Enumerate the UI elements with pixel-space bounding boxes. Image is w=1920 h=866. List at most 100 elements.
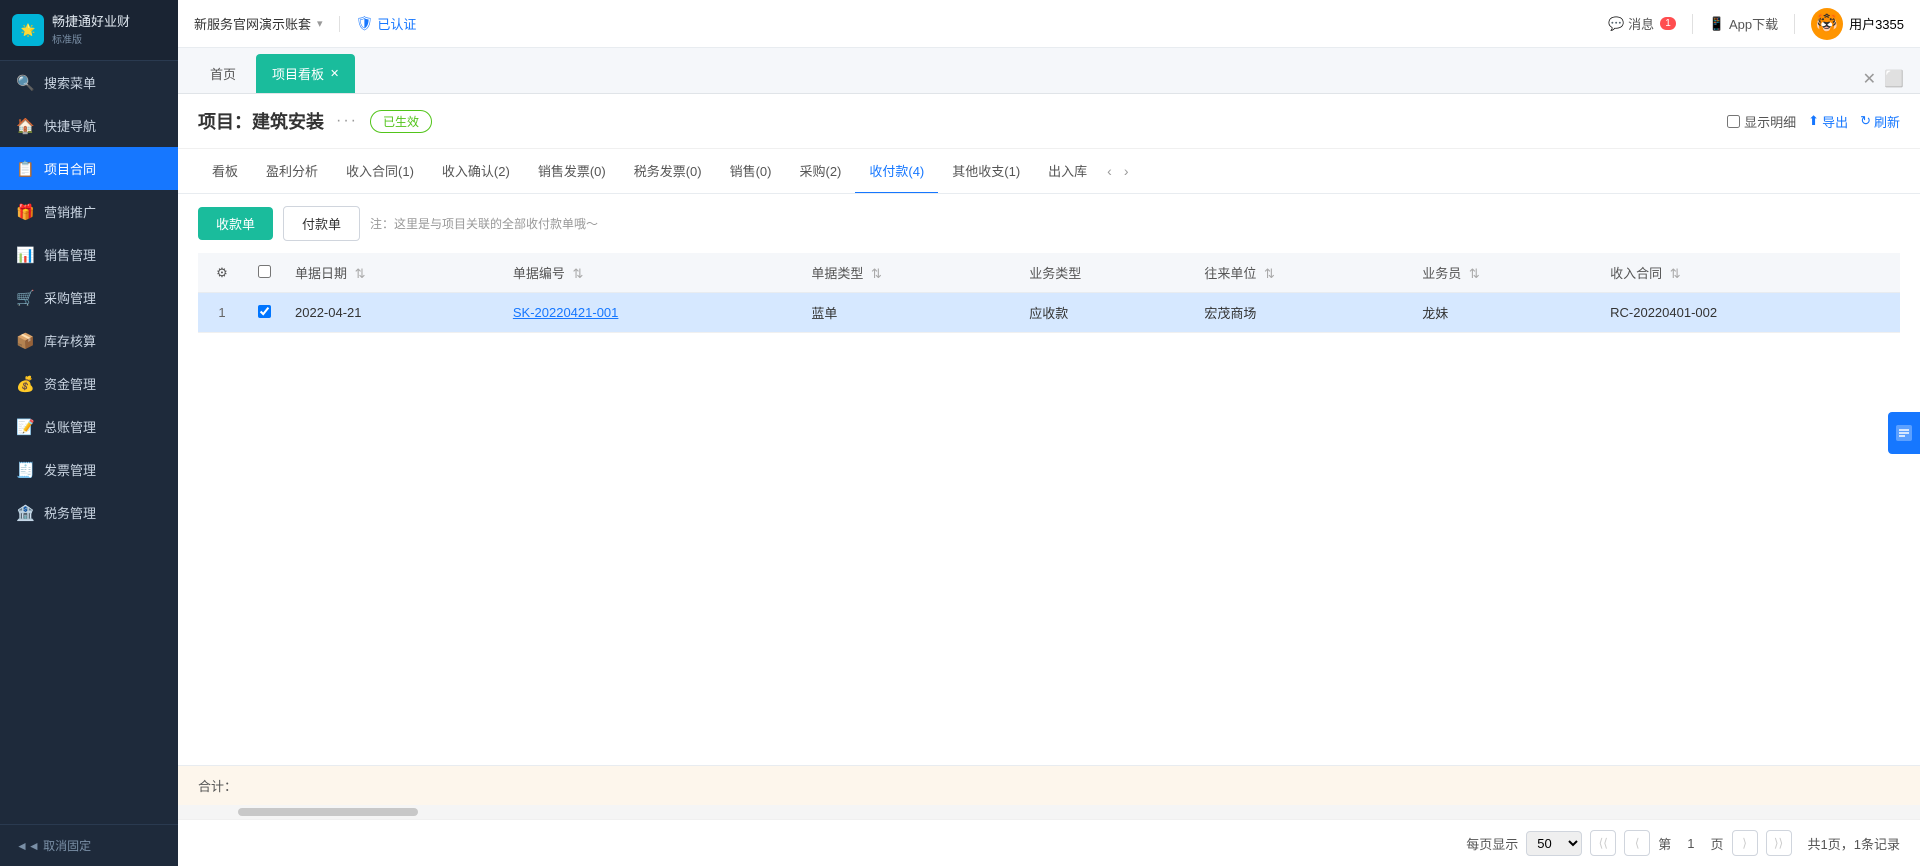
payment-btn[interactable]: 付款单	[283, 206, 360, 241]
subtab-income-confirm[interactable]: 收入确认(2)	[428, 149, 524, 194]
tab-home-label: 首页	[210, 64, 236, 83]
user-avatar: 🐯	[1811, 8, 1843, 40]
float-action-button[interactable]	[1888, 412, 1920, 454]
sidebar-item-finance[interactable]: 💰 资金管理	[0, 362, 178, 405]
account-name: 新服务官网演示账套	[194, 14, 311, 33]
sidebar-item-purchase[interactable]: 🛒 采购管理	[0, 276, 178, 319]
tab-close-icon[interactable]: ✕	[330, 67, 339, 80]
doc-number-link[interactable]: SK-20220421-001	[513, 305, 619, 320]
horizontal-scrollbar[interactable]	[238, 808, 418, 816]
subtab-receipt[interactable]: 收付款(4)	[855, 149, 938, 194]
export-button[interactable]: ⬆ 导出	[1808, 112, 1848, 131]
page-end-label: 页	[1711, 834, 1724, 853]
search-icon: 🔍	[16, 74, 34, 92]
scroll-left-arrow[interactable]: ‹	[1101, 153, 1118, 189]
sort-icon[interactable]: ⇅	[871, 266, 882, 281]
col-settings[interactable]: ⚙	[198, 253, 246, 293]
table-row[interactable]: 1 2022-04-21 SK-20220421-001 蓝单 应收款 宏茂商场…	[198, 293, 1900, 333]
unpin-sidebar[interactable]: ◄◄ 取消固定	[0, 824, 178, 866]
row-biz-type: 应收款	[1017, 293, 1192, 333]
scroll-right-arrow[interactable]: ›	[1118, 153, 1135, 189]
sidebar-item-label: 库存核算	[44, 331, 96, 350]
sidebar-item-search[interactable]: 🔍 搜索菜单	[0, 61, 178, 104]
sidebar-header: 🌟 畅捷通好业财 标准版	[0, 0, 178, 61]
row-number[interactable]: SK-20220421-001	[501, 293, 799, 333]
refresh-button[interactable]: ↻ 刷新	[1860, 112, 1900, 131]
first-page-button[interactable]: ⟨⟨	[1590, 830, 1616, 856]
receipt-btn[interactable]: 收款单	[198, 207, 273, 240]
subtab-other-expense[interactable]: 其他收支(1)	[938, 149, 1034, 194]
subtab-tax-invoice[interactable]: 税务发票(0)	[620, 149, 716, 194]
per-page-select[interactable]: 50 10 20 100	[1526, 831, 1582, 856]
row-checkbox[interactable]	[246, 293, 283, 333]
status-badge: 已生效	[370, 110, 432, 133]
subtab-board[interactable]: 看板	[198, 149, 252, 194]
sidebar-item-label: 税务管理	[44, 503, 96, 522]
row-type: 蓝单	[799, 293, 1017, 333]
app-download-button[interactable]: 📱 App下载	[1709, 14, 1778, 33]
export-label: 导出	[1822, 112, 1848, 131]
user-info[interactable]: 🐯 用户3355	[1811, 8, 1904, 40]
col-salesman: 业务员 ⇅	[1410, 253, 1598, 293]
sidebar-item-sales[interactable]: 📊 销售管理	[0, 233, 178, 276]
subtab-income-confirm-label: 收入确认(2)	[442, 164, 510, 179]
sidebar-item-label: 资金管理	[44, 374, 96, 393]
subtab-sales-label: 销售(0)	[730, 164, 772, 179]
message-label: 消息	[1628, 14, 1654, 33]
more-options-button[interactable]: ···	[336, 112, 358, 130]
maximize-button[interactable]: ⬜	[1884, 69, 1904, 89]
sidebar-item-label: 总账管理	[44, 417, 96, 436]
sidebar-item-marketing[interactable]: 🎁 营销推广	[0, 190, 178, 233]
last-page-button[interactable]: ⟩⟩	[1766, 830, 1792, 856]
prev-page-button[interactable]: ⟨	[1624, 830, 1650, 856]
table-header-row: ⚙ 单据日期 ⇅ 单据编号 ⇅	[198, 253, 1900, 293]
settings-icon[interactable]: ⚙	[216, 265, 228, 280]
subtab-sales-invoice[interactable]: 销售发票(0)	[524, 149, 620, 194]
row-select-checkbox[interactable]	[258, 305, 271, 318]
show-detail-label: 显示明细	[1744, 112, 1796, 131]
message-button[interactable]: 💬 消息 1	[1608, 14, 1676, 33]
sidebar-item-tax[interactable]: 🏦 税务管理	[0, 491, 178, 534]
sidebar-item-inventory[interactable]: 📦 库存核算	[0, 319, 178, 362]
tab-project-board[interactable]: 项目看板 ✕	[256, 54, 355, 93]
sidebar-item-quick-nav[interactable]: 🏠 快捷导航	[0, 104, 178, 147]
sort-icon[interactable]: ⇅	[573, 266, 584, 281]
subtab-board-label: 看板	[212, 164, 238, 179]
message-badge: 1	[1660, 17, 1676, 30]
sidebar-item-label: 搜索菜单	[44, 73, 96, 92]
subtab-sales[interactable]: 销售(0)	[716, 149, 786, 194]
select-all-checkbox[interactable]	[258, 265, 271, 278]
sidebar-item-invoice[interactable]: 🧾 发票管理	[0, 448, 178, 491]
certified-text: 已认证	[377, 14, 416, 33]
sidebar-item-project-contract[interactable]: 📋 项目合同	[0, 147, 178, 190]
subtab-profit[interactable]: 盈利分析	[252, 149, 332, 194]
sort-icon[interactable]: ⇅	[1264, 266, 1275, 281]
show-detail-input[interactable]	[1727, 115, 1740, 128]
col-biz-type: 业务类型	[1017, 253, 1192, 293]
sort-icon[interactable]: ⇅	[1670, 266, 1681, 281]
subtab-income-contract[interactable]: 收入合同(1)	[332, 149, 428, 194]
export-icon: ⬆	[1808, 113, 1819, 129]
subtab-inout[interactable]: 出入库	[1034, 149, 1101, 194]
marketing-icon: 🎁	[16, 203, 34, 221]
message-icon: 💬	[1608, 16, 1624, 32]
col-checkbox[interactable]	[246, 253, 283, 293]
pagination: 每页显示 50 10 20 100 ⟨⟨ ⟨ 第 1 页 ⟩ ⟩⟩ 共1页，1条…	[178, 819, 1920, 866]
sidebar-item-label: 营销推广	[44, 202, 96, 221]
account-selector[interactable]: 新服务官网演示账套 ▾	[194, 14, 323, 33]
app-name: 畅捷通好业财	[52, 14, 130, 31]
refresh-icon: ↻	[1860, 113, 1871, 129]
sort-icon[interactable]: ⇅	[355, 266, 366, 281]
divider	[1692, 14, 1693, 34]
show-detail-checkbox[interactable]: 显示明细	[1727, 112, 1796, 131]
row-partner: 宏茂商场	[1192, 293, 1410, 333]
subtab-purchase[interactable]: 采购(2)	[785, 149, 855, 194]
current-page: 1	[1679, 836, 1702, 851]
subtab-receipt-label: 收付款(4)	[869, 164, 924, 179]
tab-home[interactable]: 首页	[194, 54, 252, 93]
sort-icon[interactable]: ⇅	[1469, 266, 1480, 281]
next-page-button[interactable]: ⟩	[1732, 830, 1758, 856]
close-window-button[interactable]: ✕	[1863, 69, 1876, 89]
sidebar-item-ledger[interactable]: 📝 总账管理	[0, 405, 178, 448]
app-logo: 🌟	[12, 14, 44, 46]
